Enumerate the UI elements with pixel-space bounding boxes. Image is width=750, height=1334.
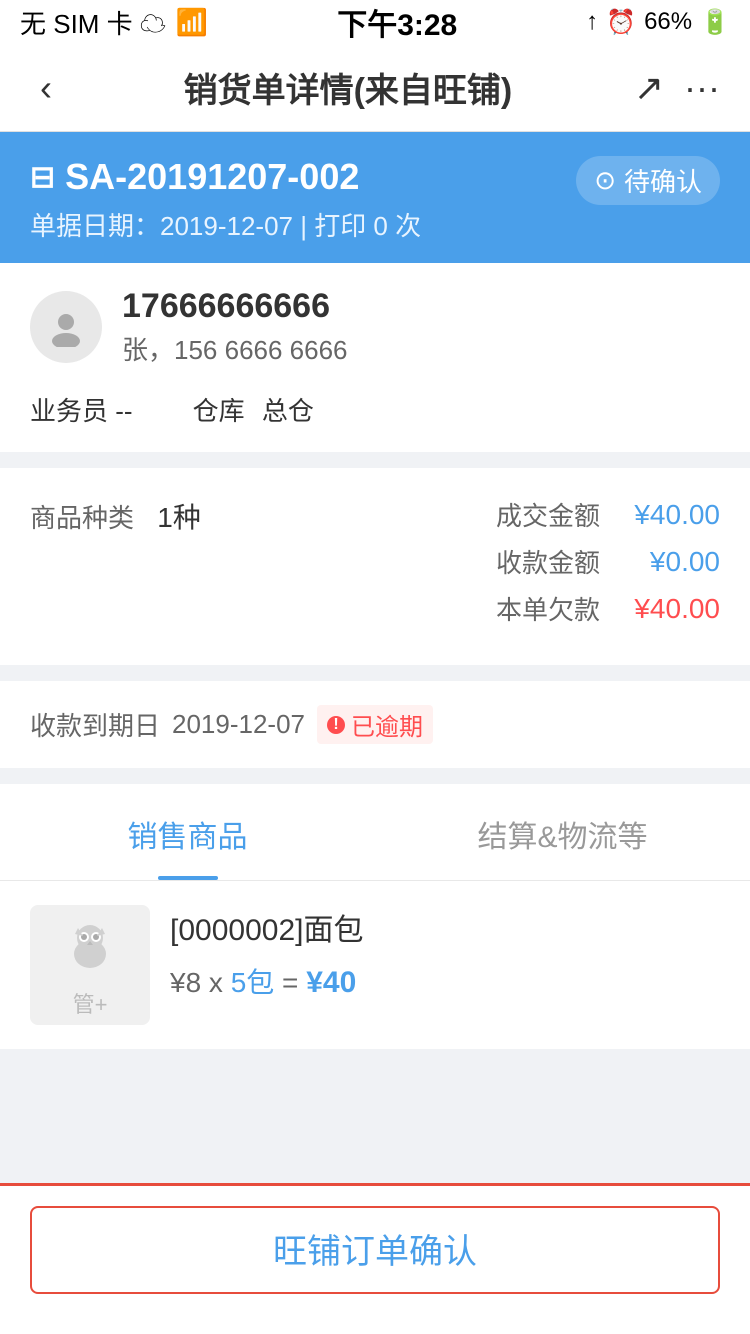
- transaction-amount-label: 成交金额: [496, 496, 600, 533]
- nav-bar: ‹ 销货单详情(来自旺铺) ↗ ···: [0, 44, 750, 132]
- more-button[interactable]: ···: [684, 67, 720, 109]
- due-date-value: 2019-12-07: [172, 709, 305, 740]
- status-bar-left: 无 SIM 卡 ☁ 📶: [20, 4, 208, 41]
- due-date-section: 收款到期日 2019-12-07 ! 已逾期: [0, 681, 750, 768]
- amounts: 成交金额 ¥40.00 收款金额 ¥0.00 本单欠款 ¥40.00: [496, 496, 720, 637]
- avatar: [30, 291, 102, 363]
- owed-amount-label: 本单欠款: [496, 590, 600, 627]
- status-bar-right: ↑ ⏰ 66% 🔋: [586, 8, 730, 37]
- nav-actions: ↗ ···: [634, 67, 720, 109]
- warehouse-item: 仓库 总仓: [193, 391, 314, 428]
- product-price-row: ¥8 x 5包 = ¥40: [170, 961, 720, 1001]
- customer-row: 17666666666 张，156 6666 6666: [30, 287, 720, 367]
- status-bar: 无 SIM 卡 ☁ 📶 下午3:28 ↑ ⏰ 66% 🔋: [0, 0, 750, 44]
- header-card-left: ⊟ SA-20191207-002 单据日期：2019-12-07 | 打印 0…: [30, 156, 421, 243]
- owed-amount-row: 本单欠款 ¥40.00: [496, 590, 720, 627]
- confirm-order-button[interactable]: 旺铺订单确认: [30, 1206, 720, 1294]
- product-quantity: 5包: [231, 967, 275, 998]
- battery-status: 66%: [644, 8, 692, 36]
- product-types: 商品种类 1种: [30, 496, 201, 536]
- due-date-label: 收款到期日: [30, 706, 160, 743]
- location-icon: ↑: [586, 8, 598, 36]
- battery-icon: 🔋: [700, 8, 730, 37]
- order-id: SA-20191207-002: [65, 156, 359, 198]
- sim-status: 无 SIM 卡 ☁: [20, 4, 166, 41]
- collection-amount-row: 收款金额 ¥0.00: [496, 543, 720, 580]
- customer-phone: 17666666666: [122, 287, 348, 326]
- overdue-icon: !: [327, 716, 345, 734]
- status-icon: ⊙: [594, 165, 616, 196]
- overdue-text: 已逾期: [351, 707, 423, 742]
- product-total: ¥40: [306, 966, 356, 999]
- tab-settlement-logistics[interactable]: 结算&物流等: [375, 784, 750, 880]
- page-title: 销货单详情(来自旺铺): [62, 63, 634, 112]
- owed-amount-value: ¥40.00: [620, 593, 720, 625]
- back-button[interactable]: ‹: [30, 57, 62, 119]
- order-icon: ⊟: [30, 160, 55, 195]
- tabs: 销售商品 结算&物流等: [0, 784, 750, 881]
- status-bar-time: 下午3:28: [337, 0, 457, 44]
- product-equal: =: [274, 967, 306, 998]
- product-thumbnail: 管+: [30, 905, 150, 1025]
- share-button[interactable]: ↗: [634, 67, 664, 109]
- collection-amount-value: ¥0.00: [620, 546, 720, 578]
- status-text: 待确认: [624, 162, 702, 199]
- customer-info: 17666666666 张，156 6666 6666: [122, 287, 348, 367]
- customer-meta: 业务员 -- 仓库 总仓: [30, 387, 720, 428]
- alarm-icon: ⏰: [606, 8, 636, 37]
- collection-amount-label: 收款金额: [496, 543, 600, 580]
- overdue-badge: ! 已逾期: [317, 705, 433, 744]
- summary-section: 商品种类 1种 成交金额 ¥40.00 收款金额 ¥0.00 本单欠款 ¥40.…: [0, 468, 750, 665]
- tabs-container: 销售商品 结算&物流等: [0, 784, 750, 1049]
- customer-name: 张，156 6666 6666: [122, 330, 348, 367]
- order-date: 单据日期：2019-12-07 | 打印 0 次: [30, 206, 421, 243]
- product-info: [0000002]面包 ¥8 x 5包 = ¥40: [170, 905, 720, 1001]
- product-list: 管+ [0000002]面包 ¥8 x 5包 = ¥40: [0, 881, 750, 1049]
- order-id-row: ⊟ SA-20191207-002: [30, 156, 421, 198]
- salesperson-item: 业务员 --: [30, 391, 133, 428]
- customer-section: 17666666666 张，156 6666 6666 业务员 -- 仓库 总仓: [0, 263, 750, 452]
- bottom-bar: 旺铺订单确认: [0, 1183, 750, 1334]
- product-name: [0000002]面包: [170, 905, 720, 949]
- transaction-amount-value: ¥40.00: [620, 499, 720, 531]
- header-card: ⊟ SA-20191207-002 单据日期：2019-12-07 | 打印 0…: [0, 132, 750, 263]
- order-status: ⊙ 待确认: [576, 156, 720, 205]
- transaction-amount-row: 成交金额 ¥40.00: [496, 496, 720, 533]
- product-unit-price: ¥8 x: [170, 967, 231, 998]
- tab-sales-products[interactable]: 销售商品: [0, 784, 375, 880]
- wifi-icon: 📶: [176, 7, 208, 38]
- product-item: 管+ [0000002]面包 ¥8 x 5包 = ¥40: [30, 905, 720, 1025]
